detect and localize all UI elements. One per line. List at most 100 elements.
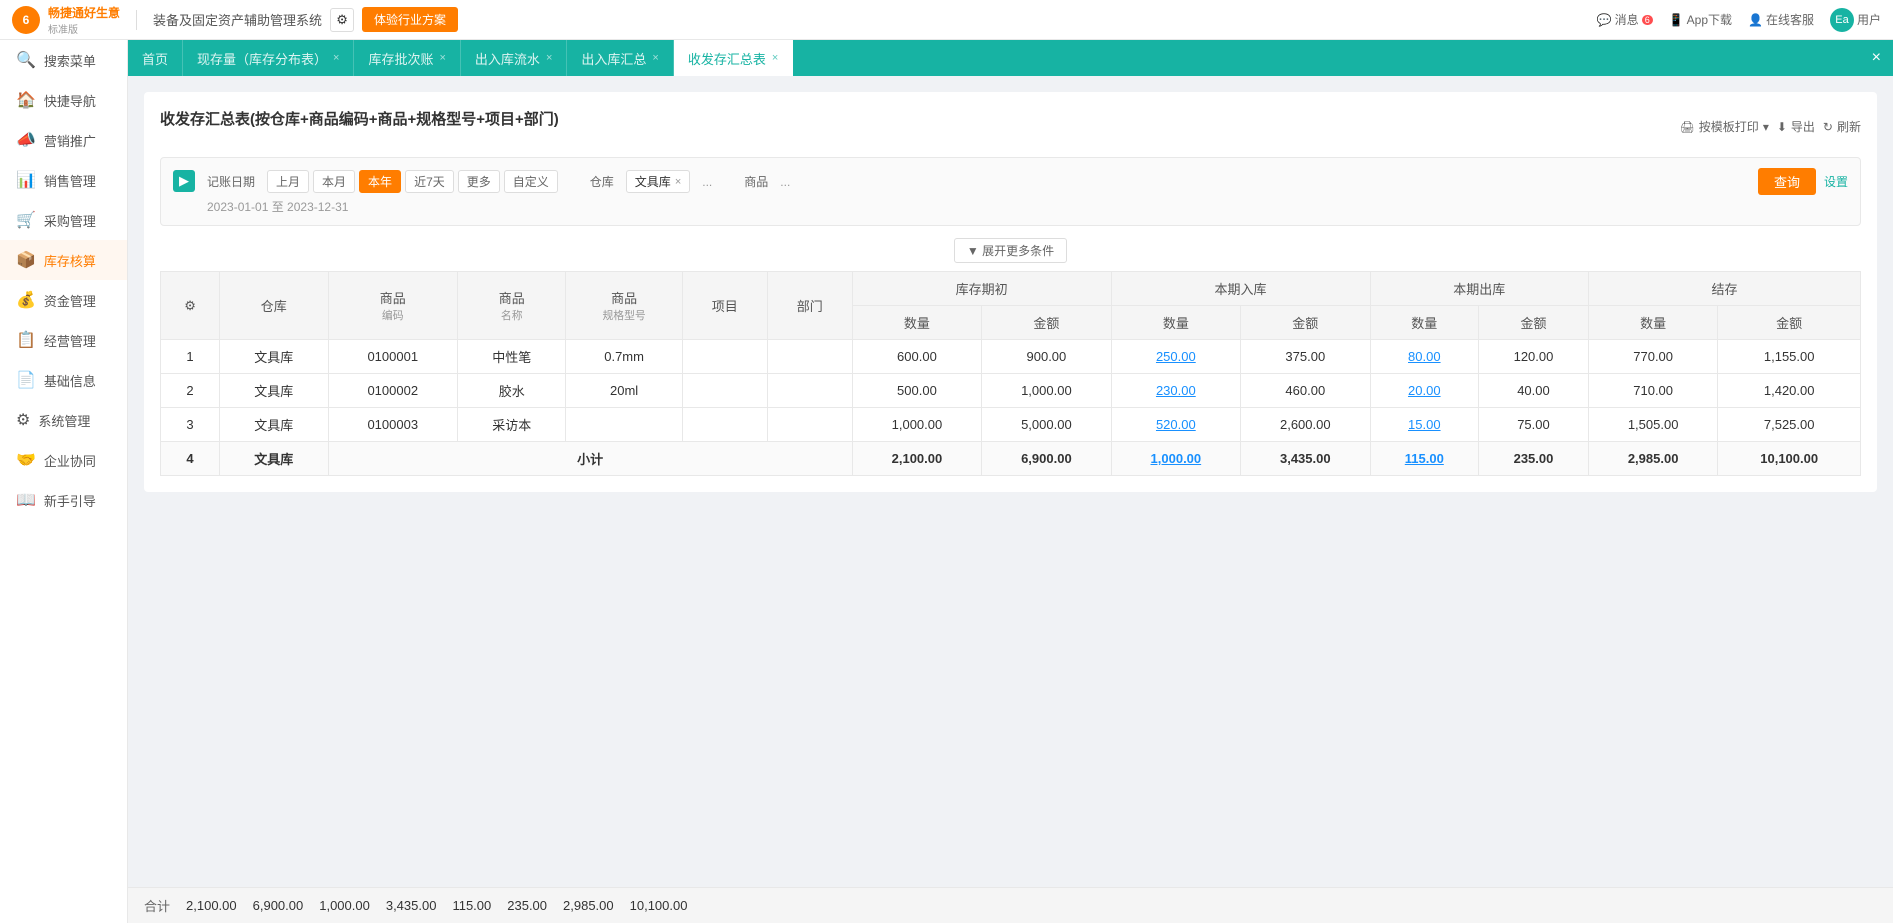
divider — [136, 10, 137, 30]
date-range: 2023-01-01 至 2023-12-31 — [207, 198, 1848, 215]
tab-batch-close[interactable]: × — [439, 52, 445, 64]
date-btn-last-month[interactable]: 上月 — [267, 170, 309, 193]
basic-icon: 📄 — [16, 370, 36, 390]
sidebar-item-purchase[interactable]: 🛒 采购管理 — [0, 200, 127, 240]
online-service-btn[interactable]: 👤 在线客服 — [1748, 11, 1814, 28]
row2-name: 胶水 — [458, 374, 566, 408]
refresh-label: 刷新 — [1837, 118, 1861, 135]
message-badge: 6 — [1642, 15, 1653, 25]
row3-out-qty[interactable]: 15.00 — [1370, 408, 1479, 442]
total-in-qty: 1,000.00 — [319, 898, 370, 913]
total-initial-qty: 2,100.00 — [186, 898, 237, 913]
tab-bar: 首页 现存量（库存分布表） × 库存批次账 × 出入库流水 × 出入库汇总 × … — [128, 40, 1893, 76]
refresh-btn[interactable]: ↻ 刷新 — [1823, 118, 1861, 135]
subtotal-in-qty[interactable]: 1,000.00 — [1111, 442, 1240, 476]
subtotal-initial-qty: 2,100.00 — [852, 442, 981, 476]
col-group-in: 本期入库 — [1111, 272, 1370, 306]
system-icon: ⚙ — [16, 410, 30, 430]
message-btn[interactable]: 💬 消息 6 — [1597, 11, 1653, 28]
expand-row: ▼ 展开更多条件 — [160, 238, 1861, 263]
row3-balance-amt: 7,525.00 — [1718, 408, 1861, 442]
goods-more-btn[interactable]: ... — [780, 175, 790, 189]
sidebar-item-quick-nav[interactable]: 🏠 快捷导航 — [0, 80, 127, 120]
sidebar-item-system[interactable]: ⚙ 系统管理 — [0, 400, 127, 440]
filter-arrow[interactable]: ▶ — [173, 170, 195, 192]
sidebar-item-operation[interactable]: 📋 经营管理 — [0, 320, 127, 360]
user-btn[interactable]: Ea 用户 — [1830, 8, 1881, 32]
filter-row-1: 记账日期 上月 本月 本年 近7天 更多 自定义 仓库 文具库 × ... — [207, 168, 1848, 195]
row2-in-qty[interactable]: 230.00 — [1111, 374, 1240, 408]
warehouse-label: 仓库 — [590, 173, 614, 190]
tab-inventory-dist-label: 现存量（库存分布表） — [197, 49, 327, 68]
date-btn-custom[interactable]: 自定义 — [504, 170, 558, 193]
date-label: 记账日期 — [207, 173, 255, 190]
print-icon: 🖨 — [1680, 120, 1695, 134]
col-settings[interactable]: ⚙ — [161, 272, 220, 340]
tab-flow[interactable]: 出入库流水 × — [461, 40, 567, 76]
row1-in-qty[interactable]: 250.00 — [1111, 340, 1240, 374]
header-left: 6 畅捷通好生意 标准版 装备及固定资产辅助管理系统 ⚙ 体验行业方案 — [12, 4, 458, 36]
subtotal-warehouse: 文具库 — [220, 442, 328, 476]
query-btn[interactable]: 查询 — [1758, 168, 1816, 195]
tab-batch-label: 库存批次账 — [368, 49, 433, 68]
sidebar: 🔍 搜索菜单 🏠 快捷导航 📣 营销推广 📊 销售管理 🛒 采购管理 📦 库存核… — [0, 40, 128, 923]
col-group-out: 本期出库 — [1370, 272, 1588, 306]
row2-out-qty[interactable]: 20.00 — [1370, 374, 1479, 408]
row1-project — [682, 340, 767, 374]
sidebar-item-enterprise[interactable]: 🤝 企业协同 — [0, 440, 127, 480]
subtotal-row: 4 文具库 小计 2,100.00 6,900.00 1,000.00 3,43… — [161, 442, 1861, 476]
tab-receive-summary[interactable]: 收发存汇总表 × — [674, 40, 793, 76]
date-btn-more[interactable]: 更多 — [458, 170, 500, 193]
date-btn-7days[interactable]: 近7天 — [405, 170, 454, 193]
warehouse-tag: 文具库 × — [626, 170, 690, 193]
sidebar-item-finance[interactable]: 💰 资金管理 — [0, 280, 127, 320]
export-btn[interactable]: ⬇ 导出 — [1777, 118, 1815, 135]
tab-summary-inout-close[interactable]: × — [652, 52, 658, 64]
app-download-btn[interactable]: 📱 App下载 — [1669, 11, 1732, 28]
row1-spec: 0.7mm — [566, 340, 682, 374]
expand-btn[interactable]: ▼ 展开更多条件 — [954, 238, 1067, 263]
col-spec-header: 商品规格型号 — [566, 272, 682, 340]
sidebar-label-search: 搜索菜单 — [44, 51, 96, 70]
filter-settings-link[interactable]: 设置 — [1824, 173, 1848, 190]
sidebar-item-marketing[interactable]: 📣 营销推广 — [0, 120, 127, 160]
col-name-header: 商品名称 — [458, 272, 566, 340]
experience-btn[interactable]: 体验行业方案 — [362, 7, 458, 32]
row1-initial-qty: 600.00 — [852, 340, 981, 374]
sidebar-item-guide[interactable]: 📖 新手引导 — [0, 480, 127, 520]
row1-initial-amt: 900.00 — [982, 340, 1111, 374]
col-initial-qty: 数量 — [852, 306, 981, 340]
tab-inventory-dist-close[interactable]: × — [333, 52, 339, 64]
app-subtitle: 标准版 — [48, 21, 120, 36]
settings-btn[interactable]: ⚙ — [330, 8, 354, 32]
row2-code: 0100002 — [328, 374, 457, 408]
sidebar-item-search[interactable]: 🔍 搜索菜单 — [0, 40, 127, 80]
col-out-amt: 金额 — [1479, 306, 1589, 340]
tab-bar-close[interactable]: × — [1860, 49, 1893, 67]
sidebar-item-sales[interactable]: 📊 销售管理 — [0, 160, 127, 200]
sidebar-item-inventory[interactable]: 📦 库存核算 — [0, 240, 127, 280]
row1-out-qty[interactable]: 80.00 — [1370, 340, 1479, 374]
warehouse-tag-close[interactable]: × — [675, 176, 681, 188]
tab-receive-summary-close[interactable]: × — [772, 52, 778, 64]
print-btn[interactable]: 🖨 按模板打印 ▾ — [1680, 118, 1769, 135]
tab-inventory-dist[interactable]: 现存量（库存分布表） × — [183, 40, 354, 76]
tab-batch[interactable]: 库存批次账 × — [354, 40, 460, 76]
sidebar-item-basic[interactable]: 📄 基础信息 — [0, 360, 127, 400]
download-icon: 📱 — [1669, 13, 1684, 27]
date-btn-this-year[interactable]: 本年 — [359, 170, 401, 193]
row3-code: 0100003 — [328, 408, 457, 442]
subtotal-in-amt: 3,435.00 — [1241, 442, 1370, 476]
subtotal-out-qty[interactable]: 115.00 — [1370, 442, 1479, 476]
date-btn-this-month[interactable]: 本月 — [313, 170, 355, 193]
warehouse-more-btn[interactable]: ... — [702, 175, 712, 189]
row2-in-amt: 460.00 — [1241, 374, 1370, 408]
tab-home[interactable]: 首页 — [128, 40, 183, 76]
date-buttons: 上月 本月 本年 近7天 更多 自定义 — [267, 170, 558, 193]
filter-bar: ▶ 记账日期 上月 本月 本年 近7天 更多 自定义 仓库 文具库 — [160, 157, 1861, 226]
online-service-label: 在线客服 — [1766, 11, 1814, 28]
tab-summary-inout[interactable]: 出入库汇总 × — [567, 40, 673, 76]
row3-in-qty[interactable]: 520.00 — [1111, 408, 1240, 442]
row1-warehouse: 文具库 — [220, 340, 328, 374]
tab-flow-close[interactable]: × — [546, 52, 552, 64]
